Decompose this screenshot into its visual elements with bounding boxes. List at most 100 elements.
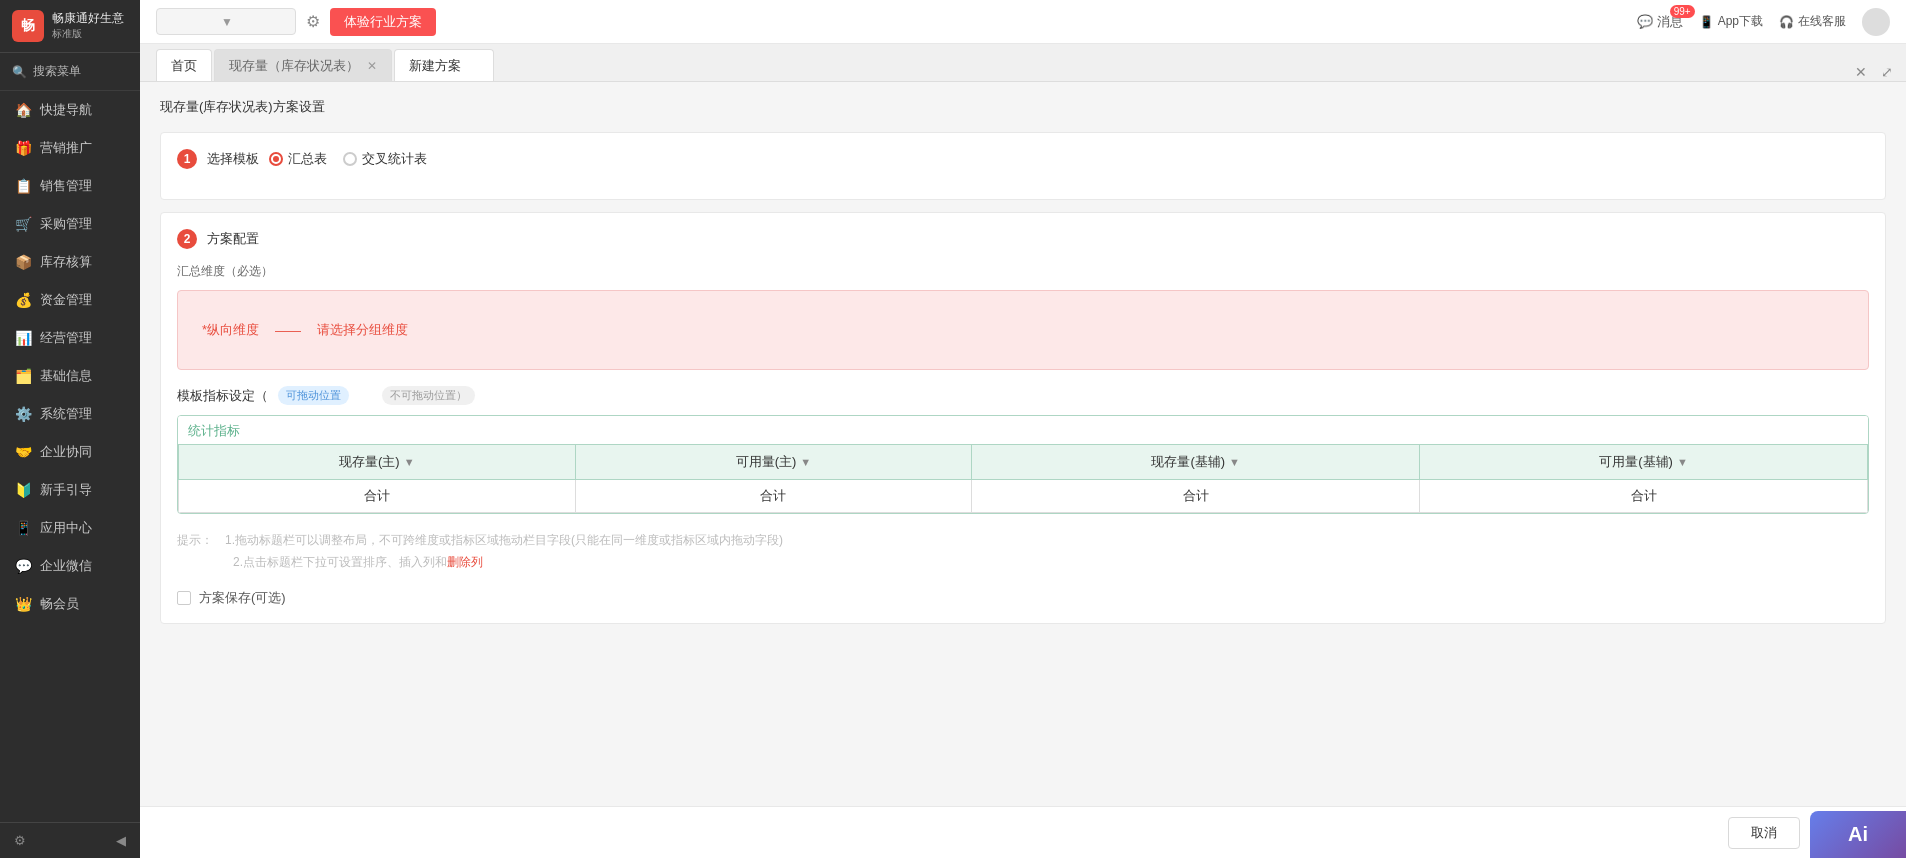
sidebar-item-newcomer[interactable]: 🔰 新手引导 bbox=[0, 471, 140, 509]
indicator-label-text: 模板指标设定（ bbox=[177, 387, 268, 405]
sidebar-item-wechat[interactable]: 💬 企业微信 bbox=[0, 547, 140, 585]
sidebar-item-label: 新手引导 bbox=[40, 481, 92, 499]
sidebar-item-basic-info[interactable]: 🗂️ 基础信息 bbox=[0, 357, 140, 395]
draggable-badge: 可拖动位置 bbox=[278, 386, 349, 405]
stats-label: 统计指标 bbox=[178, 416, 1868, 444]
sidebar-item-sales[interactable]: 📋 销售管理 bbox=[0, 167, 140, 205]
col-header-1[interactable]: 现存量(主) ▼ bbox=[179, 445, 576, 480]
settings-icon[interactable]: ⚙ bbox=[14, 833, 26, 848]
template-summary-radio[interactable]: 汇总表 bbox=[269, 150, 327, 168]
col-header-3[interactable]: 现存量(基辅) ▼ bbox=[972, 445, 1420, 480]
save-checkbox[interactable] bbox=[177, 591, 191, 605]
tab-bar: 首页 现存量（库存状况表） ✕ 新建方案 ✕ ✕ ⤢ bbox=[140, 44, 1906, 82]
sidebar-logo: 畅 畅康通好生意 标准版 bbox=[0, 0, 140, 53]
service-label: 在线客服 bbox=[1798, 13, 1846, 30]
table-row: 合计 合计 合计 合计 bbox=[179, 480, 1868, 513]
sidebar-item-operations[interactable]: 📊 经营管理 bbox=[0, 319, 140, 357]
sidebar-item-purchase[interactable]: 🛒 采购管理 bbox=[0, 205, 140, 243]
col-4-chevron: ▼ bbox=[1677, 456, 1688, 468]
cell-2: 合计 bbox=[575, 480, 972, 513]
stats-table: 现存量(主) ▼ 可用量(主) ▼ bbox=[178, 444, 1868, 513]
main-area: ▼ ⚙ 体验行业方案 💬 消息 99+ 📱 App下载 🎧 在线客服 首页 bbox=[140, 0, 1906, 858]
purchase-icon: 🛒 bbox=[14, 215, 32, 233]
collapse-icon[interactable]: ◀ bbox=[116, 833, 126, 848]
window-expand-icon[interactable]: ⤢ bbox=[1878, 63, 1896, 81]
tab-new-close[interactable]: ✕ bbox=[469, 59, 479, 73]
step2-label: 方案配置 bbox=[207, 230, 259, 248]
template-radio-group: 汇总表 交叉统计表 bbox=[269, 150, 427, 168]
window-close-icon[interactable]: ✕ bbox=[1852, 63, 1870, 81]
app-name: 畅康通好生意 bbox=[52, 11, 124, 27]
sidebar-item-label: 系统管理 bbox=[40, 405, 92, 423]
col-header-4[interactable]: 可用量(基辅) ▼ bbox=[1420, 445, 1868, 480]
gift-icon: 🎁 bbox=[14, 139, 32, 157]
cell-3: 合计 bbox=[972, 480, 1420, 513]
dimension-area[interactable]: *纵向维度 —— 请选择分组维度 bbox=[177, 290, 1869, 370]
sidebar-item-label: 库存核算 bbox=[40, 253, 92, 271]
tab-inventory-status[interactable]: 现存量（库存状况表） ✕ bbox=[214, 49, 392, 81]
template-cross-radio[interactable]: 交叉统计表 bbox=[343, 150, 427, 168]
sidebar-item-label: 企业协同 bbox=[40, 443, 92, 461]
cell-1: 合计 bbox=[179, 480, 576, 513]
step2-header: 2 方案配置 bbox=[177, 229, 1869, 249]
tab-home[interactable]: 首页 bbox=[156, 49, 212, 81]
summary-radio-label: 汇总表 bbox=[288, 150, 327, 168]
tab-inventory-label: 现存量（库存状况表） bbox=[229, 57, 359, 75]
sidebar-item-label: 资金管理 bbox=[40, 291, 92, 309]
sidebar-item-system[interactable]: ⚙️ 系统管理 bbox=[0, 395, 140, 433]
header-settings-icon[interactable]: ⚙ bbox=[306, 12, 320, 31]
col-header-2[interactable]: 可用量(主) ▼ bbox=[575, 445, 972, 480]
message-button[interactable]: 💬 消息 99+ bbox=[1637, 13, 1683, 31]
sidebar-item-marketing[interactable]: 🎁 营销推广 bbox=[0, 129, 140, 167]
sidebar-item-member[interactable]: 👑 畅会员 bbox=[0, 585, 140, 623]
user-avatar[interactable] bbox=[1862, 8, 1890, 36]
tips-section: 提示： 1.拖动标题栏可以调整布局，不可跨维度或指标区域拖动栏目字段(只能在同一… bbox=[177, 530, 1869, 573]
wechat-icon: 💬 bbox=[14, 557, 32, 575]
app-download-button[interactable]: 📱 App下载 bbox=[1699, 13, 1763, 30]
ai-widget[interactable]: Ai bbox=[1810, 811, 1906, 858]
tab-new-label: 新建方案 bbox=[409, 57, 461, 75]
header-chevron-icon: ▼ bbox=[221, 15, 233, 29]
bottom-bar: 取消 查询 bbox=[140, 806, 1906, 858]
online-service-button[interactable]: 🎧 在线客服 bbox=[1779, 13, 1846, 30]
dimension-dash: —— bbox=[275, 323, 301, 338]
search-icon: 🔍 bbox=[12, 65, 27, 79]
page-title: 现存量(库存状况表)方案设置 bbox=[160, 98, 1886, 116]
col-1-chevron: ▼ bbox=[404, 456, 415, 468]
sidebar-item-app-center[interactable]: 📱 应用中心 bbox=[0, 509, 140, 547]
app-edition: 标准版 bbox=[52, 27, 124, 41]
operations-icon: 📊 bbox=[14, 329, 32, 347]
summary-radio-dot bbox=[273, 156, 279, 162]
enterprise-icon: 🤝 bbox=[14, 443, 32, 461]
sidebar-item-inventory[interactable]: 📦 库存核算 bbox=[0, 243, 140, 281]
tip-2: 2.点击标题栏下拉可设置排序、插入列和删除列 bbox=[177, 552, 1869, 574]
step1-section: 1 选择模板 汇总表 交叉统计表 bbox=[160, 132, 1886, 200]
indicator-sep bbox=[359, 387, 372, 405]
header-right: 💬 消息 99+ 📱 App下载 🎧 在线客服 bbox=[1637, 8, 1890, 36]
system-icon: ⚙️ bbox=[14, 405, 32, 423]
tab-new-plan[interactable]: 新建方案 ✕ bbox=[394, 49, 494, 81]
message-icon: 💬 bbox=[1637, 14, 1653, 29]
sidebar-item-enterprise[interactable]: 🤝 企业协同 bbox=[0, 433, 140, 471]
sidebar-item-quick-nav[interactable]: 🏠 快捷导航 bbox=[0, 91, 140, 129]
dimension-required-mark: *纵向维度 bbox=[202, 321, 259, 339]
header-search-box[interactable]: ▼ bbox=[156, 8, 296, 35]
industry-plan-button[interactable]: 体验行业方案 bbox=[330, 8, 436, 36]
dimension-section-label: 汇总维度（必选） bbox=[177, 263, 1869, 280]
content-area: 现存量(库存状况表)方案设置 1 选择模板 汇总表 交叉统计表 bbox=[140, 82, 1906, 806]
search-menu[interactable]: 🔍 搜索菜单 bbox=[0, 53, 140, 91]
sidebar-bottom: ⚙ ◀ bbox=[0, 822, 140, 858]
tab-inventory-close[interactable]: ✕ bbox=[367, 59, 377, 73]
sidebar-item-finance[interactable]: 💰 资金管理 bbox=[0, 281, 140, 319]
stats-table-wrapper: 统计指标 现存量(主) ▼ bbox=[177, 415, 1869, 514]
cancel-button[interactable]: 取消 bbox=[1728, 817, 1800, 849]
logo-text: 畅 bbox=[21, 17, 35, 35]
home-icon: 🏠 bbox=[14, 101, 32, 119]
app-logo-icon: 畅 bbox=[12, 10, 44, 42]
step1-header: 1 选择模板 汇总表 交叉统计表 bbox=[177, 149, 1869, 169]
finance-icon: 💰 bbox=[14, 291, 32, 309]
save-checkbox-row: 方案保存(可选) bbox=[177, 589, 1869, 607]
search-label: 搜索菜单 bbox=[33, 63, 81, 80]
sales-icon: 📋 bbox=[14, 177, 32, 195]
col-3-chevron: ▼ bbox=[1229, 456, 1240, 468]
